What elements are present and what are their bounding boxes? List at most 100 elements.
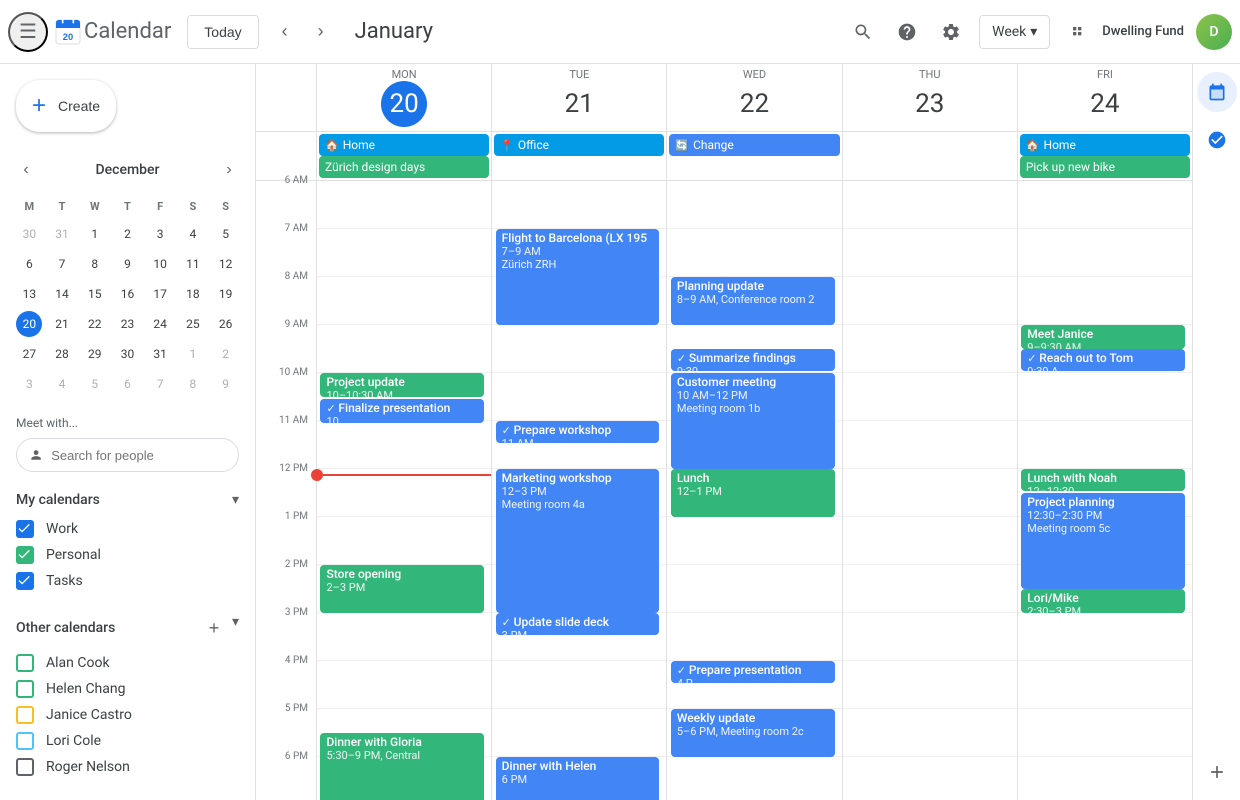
mini-cal-day[interactable]: 4	[178, 220, 209, 248]
day-number[interactable]: 22	[732, 81, 778, 127]
mini-cal-day[interactable]: 25	[178, 310, 209, 338]
other-calendar-checkbox[interactable]	[16, 732, 34, 750]
mini-cal-day[interactable]: 28	[47, 340, 78, 368]
event-block[interactable]: Project update10–10:30 AM	[320, 373, 484, 397]
mini-cal-day[interactable]: 15	[79, 280, 110, 308]
event-block[interactable]: ✓ Reach out to Tom9:30 A	[1021, 349, 1185, 371]
mini-cal-day[interactable]: 10	[145, 250, 176, 278]
other-calendar-item[interactable]: Roger Nelson	[16, 754, 239, 780]
google-apps-button[interactable]	[1058, 12, 1098, 52]
my-calendar-item[interactable]: Tasks	[16, 568, 239, 594]
mini-cal-day[interactable]: 29	[79, 340, 110, 368]
my-calendar-item[interactable]: Work	[16, 516, 239, 542]
event-block[interactable]: Store opening2–3 PM	[320, 565, 484, 613]
prev-button[interactable]: ‹	[267, 14, 303, 50]
view-selector[interactable]: Week ▾	[979, 15, 1050, 49]
mini-cal-day[interactable]: 5	[79, 370, 110, 398]
mini-cal-day[interactable]: 7	[47, 250, 78, 278]
mini-cal-day[interactable]: 16	[112, 280, 143, 308]
my-calendars-header[interactable]: My calendars ▾	[16, 488, 239, 512]
event-block[interactable]: Dinner with Gloria5:30–9 PM, Central	[320, 733, 484, 800]
event-block[interactable]: Lunch12–1 PM	[671, 469, 835, 517]
mini-cal-day[interactable]: 6	[14, 250, 45, 278]
mini-cal-day[interactable]: 4	[47, 370, 78, 398]
event-block[interactable]: Meet Janice9–9:30 AM	[1021, 325, 1185, 349]
day-number[interactable]: 23	[907, 81, 953, 127]
mini-cal-day[interactable]: 24	[145, 310, 176, 338]
day-number[interactable]: 24	[1082, 81, 1128, 127]
other-calendar-item[interactable]: Alan Cook	[16, 650, 239, 676]
other-calendar-checkbox[interactable]	[16, 654, 34, 672]
mini-cal-day[interactable]: 2	[112, 220, 143, 248]
event-block[interactable]: ✓ Update slide deck3 PM	[496, 613, 660, 635]
mini-cal-day[interactable]: 27	[14, 340, 45, 368]
allday-event[interactable]: 🔄Change	[669, 134, 839, 156]
mini-cal-day[interactable]: 17	[145, 280, 176, 308]
mini-cal-day[interactable]: 3	[14, 370, 45, 398]
create-button[interactable]: + Create	[16, 80, 116, 132]
mini-cal-day[interactable]: 5	[210, 220, 241, 248]
calendar-checkbox[interactable]	[16, 520, 34, 538]
event-block[interactable]: Customer meeting10 AM–12 PMMeeting room …	[671, 373, 835, 469]
right-calendar-icon[interactable]	[1197, 72, 1237, 112]
other-calendar-item[interactable]: Janice Castro	[16, 702, 239, 728]
mini-cal-day[interactable]: 31	[47, 220, 78, 248]
day-number[interactable]: 21	[556, 81, 602, 127]
mini-cal-day[interactable]: 1	[79, 220, 110, 248]
mini-cal-day[interactable]: 20	[14, 310, 45, 338]
event-block[interactable]: Weekly update5–6 PM, Meeting room 2c	[671, 709, 835, 757]
other-calendar-item[interactable]: Lori Cole	[16, 728, 239, 754]
mini-cal-day[interactable]: 11	[178, 250, 209, 278]
other-calendar-checkbox[interactable]	[16, 680, 34, 698]
allday-event[interactable]: 🏠Home	[319, 134, 489, 156]
event-block[interactable]: Lunch with Noah12–12:30	[1021, 469, 1185, 491]
my-calendar-item[interactable]: Personal	[16, 542, 239, 568]
mini-cal-day[interactable]: 31	[145, 340, 176, 368]
event-block[interactable]: Flight to Barcelona (LX 1957–9 AMZürich …	[496, 229, 660, 325]
add-other-calendar-button[interactable]: +	[200, 614, 228, 642]
allday-event[interactable]: Pick up new bike	[1020, 156, 1190, 178]
calendar-checkbox[interactable]	[16, 546, 34, 564]
allday-event[interactable]: 📍Office	[494, 134, 664, 156]
mini-cal-day[interactable]: 12	[210, 250, 241, 278]
search-people-input[interactable]	[51, 448, 226, 463]
mini-cal-day[interactable]: 23	[112, 310, 143, 338]
allday-event[interactable]: Zürich design days	[319, 156, 489, 178]
day-number[interactable]: 20	[381, 81, 427, 127]
mini-cal-day[interactable]: 19	[210, 280, 241, 308]
help-button[interactable]	[887, 12, 927, 52]
mini-prev-button[interactable]: ‹	[12, 156, 40, 184]
today-button[interactable]: Today	[187, 15, 258, 49]
other-calendar-checkbox[interactable]	[16, 706, 34, 724]
event-block[interactable]: Planning update8–9 AM, Conference room 2	[671, 277, 835, 325]
mini-cal-day[interactable]: 6	[112, 370, 143, 398]
mini-cal-day[interactable]: 8	[178, 370, 209, 398]
mini-next-button[interactable]: ›	[215, 156, 243, 184]
event-block[interactable]: ✓ Prepare workshop11 AM	[496, 421, 660, 443]
mini-cal-day[interactable]: 9	[112, 250, 143, 278]
mini-cal-day[interactable]: 30	[112, 340, 143, 368]
right-check-icon[interactable]	[1197, 120, 1237, 160]
event-block[interactable]: Lori/Mike2:30–3 PM	[1021, 589, 1185, 613]
mini-cal-day[interactable]: 9	[210, 370, 241, 398]
mini-cal-day[interactable]: 1	[178, 340, 209, 368]
mini-cal-day[interactable]: 3	[145, 220, 176, 248]
other-calendars-header[interactable]: Other calendars + ▾	[16, 610, 239, 646]
allday-event[interactable]: 🏠Home	[1020, 134, 1190, 156]
other-calendar-item[interactable]: Helen Chang	[16, 676, 239, 702]
event-block[interactable]: ✓ Summarize findings9:30	[671, 349, 835, 371]
people-input-container[interactable]	[16, 438, 239, 472]
settings-button[interactable]	[931, 12, 971, 52]
mini-cal-day[interactable]: 7	[145, 370, 176, 398]
mini-cal-day[interactable]: 2	[210, 340, 241, 368]
mini-cal-day[interactable]: 26	[210, 310, 241, 338]
mini-cal-day[interactable]: 21	[47, 310, 78, 338]
mini-cal-day[interactable]: 13	[14, 280, 45, 308]
avatar[interactable]: D	[1196, 14, 1232, 50]
mini-cal-day[interactable]: 22	[79, 310, 110, 338]
calendar-checkbox[interactable]	[16, 572, 34, 590]
mini-cal-day[interactable]: 18	[178, 280, 209, 308]
search-button[interactable]	[843, 12, 883, 52]
mini-cal-day[interactable]: 14	[47, 280, 78, 308]
mini-cal-day[interactable]: 8	[79, 250, 110, 278]
